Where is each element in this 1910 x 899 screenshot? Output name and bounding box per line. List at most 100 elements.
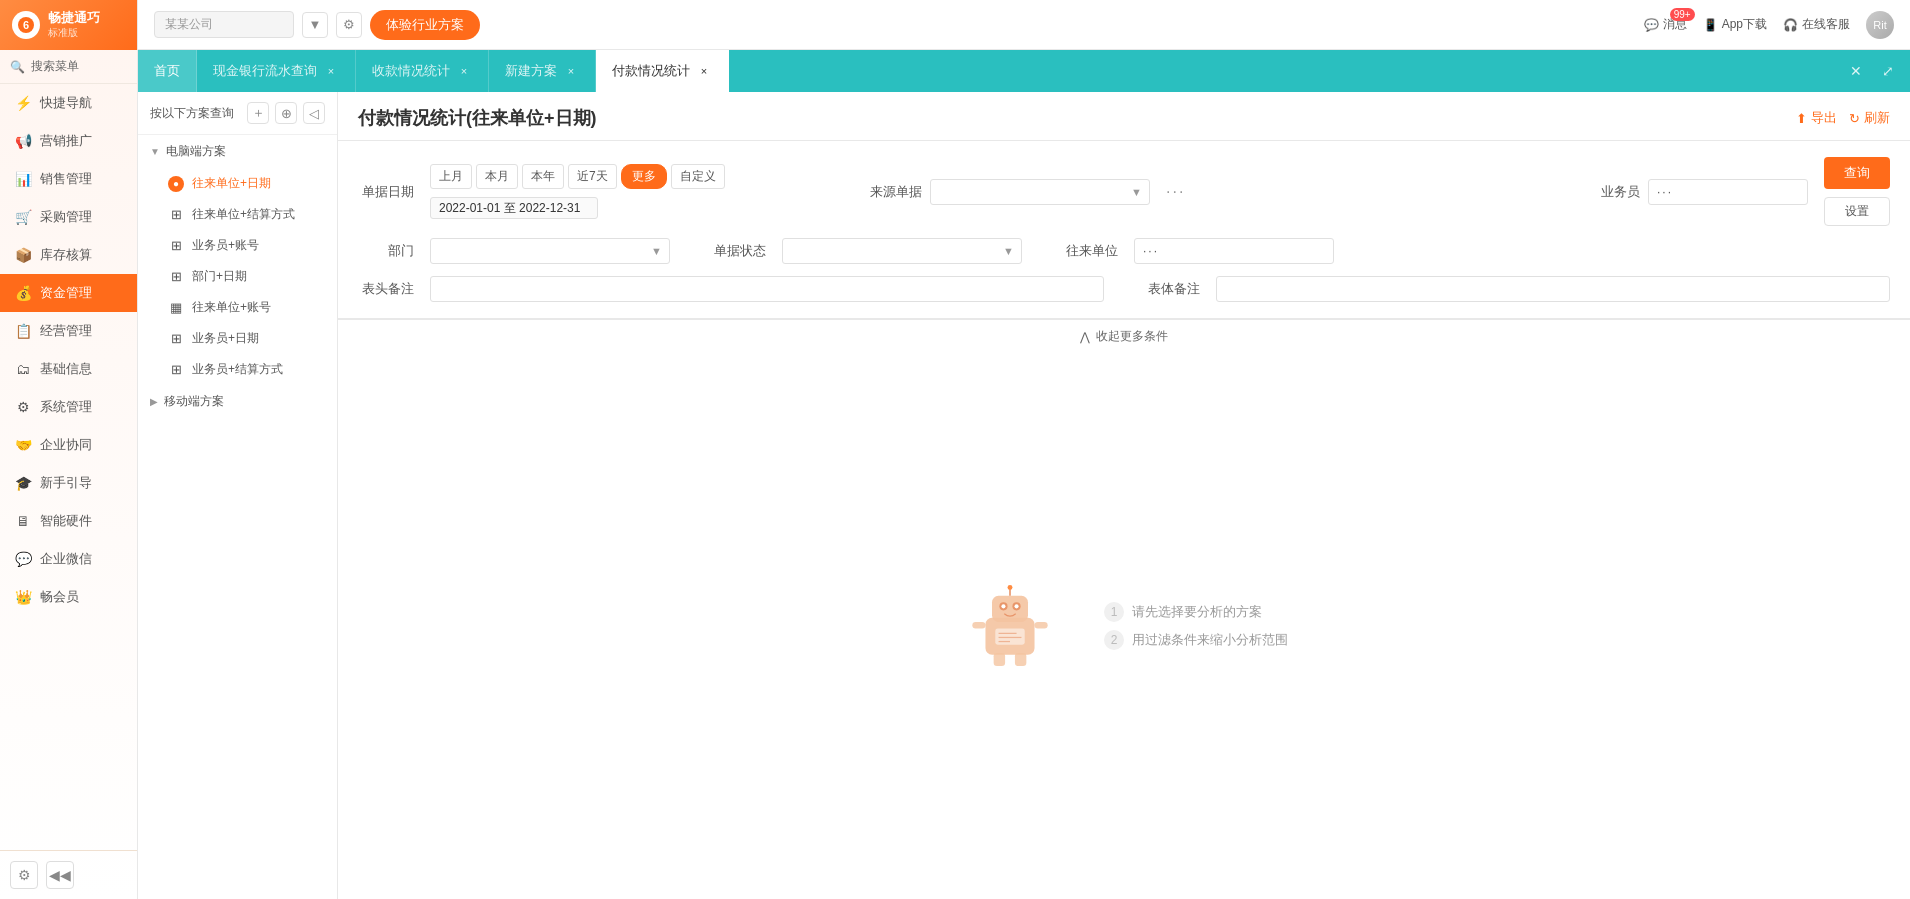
unit-more-btn[interactable]: ··· <box>1134 238 1334 264</box>
messages-item[interactable]: 💬 消息 99+ <box>1644 16 1687 33</box>
sidebar-item-marketing[interactable]: 📢 营销推广 <box>0 122 137 160</box>
settings-btn[interactable]: 设置 <box>1824 197 1890 226</box>
sidebar-item-system[interactable]: ⚙ 系统管理 <box>0 388 137 426</box>
empty-hint-2: 2 用过滤条件来缩小分析范围 <box>1104 630 1288 650</box>
sidebar-item-label: 快捷导航 <box>40 94 92 112</box>
company-dropdown-btn[interactable]: ▼ <box>302 12 328 38</box>
sidebar-item-capital[interactable]: 💰 资金管理 <box>0 274 137 312</box>
maximize-btn[interactable]: ⤢ <box>1876 59 1900 83</box>
sidebar-item-label: 资金管理 <box>40 284 92 302</box>
topbar: 某某公司 ▼ ⚙ 体验行业方案 💬 消息 99+ 📱 App下载 🎧 在线客服 … <box>138 0 1910 50</box>
sidebar-item-label: 采购管理 <box>40 208 92 226</box>
scheme-item-unit-date[interactable]: ● 往来单位+日期 <box>138 168 337 199</box>
this-year-btn[interactable]: 本年 <box>522 164 564 189</box>
app-download-item[interactable]: 📱 App下载 <box>1703 16 1767 33</box>
tab-income[interactable]: 收款情况统计 × <box>356 50 489 92</box>
table-icon: ⊞ <box>168 331 184 347</box>
user-avatar-item[interactable]: Rit <box>1866 11 1894 39</box>
sidebar-item-inventory[interactable]: 📦 库存核算 <box>0 236 137 274</box>
topbar-left: 某某公司 ▼ ⚙ 体验行业方案 <box>154 10 1632 40</box>
scheme-item-unit-account[interactable]: ▦ 往来单位+账号 <box>138 292 337 323</box>
search-icon: 🔍 <box>10 60 25 74</box>
doc-status-select-wrapper: ▼ <box>782 238 1022 264</box>
doc-date-label: 单据日期 <box>358 183 414 201</box>
sidebar-item-quick-nav[interactable]: ⚡ 快捷导航 <box>0 84 137 122</box>
tabbar: 首页 现金银行流水查询 × 收款情况统计 × 新建方案 × 付款情况统计 × ✕… <box>138 50 1910 92</box>
sidebar-item-enterprise[interactable]: 🤝 企业协同 <box>0 426 137 464</box>
dept-select[interactable] <box>430 238 670 264</box>
sidebar-item-operations[interactable]: 📋 经营管理 <box>0 312 137 350</box>
trial-btn[interactable]: 体验行业方案 <box>370 10 480 40</box>
scheme-item-staff-date[interactable]: ⊞ 业务员+日期 <box>138 323 337 354</box>
mobile-scheme-group-header[interactable]: ▶ 移动端方案 <box>138 385 337 418</box>
online-service-item[interactable]: 🎧 在线客服 <box>1783 16 1850 33</box>
tab-home[interactable]: 首页 <box>138 50 197 92</box>
sidebar-item-basics[interactable]: 🗂 基础信息 <box>0 350 137 388</box>
app-name: 畅捷通巧 <box>48 10 100 26</box>
tab-new-scheme[interactable]: 新建方案 × <box>489 50 596 92</box>
sidebar-item-sales[interactable]: 📊 销售管理 <box>0 160 137 198</box>
source-doc-more-btn[interactable]: ··· <box>1158 179 1193 205</box>
user-avatar: Rit <box>1866 11 1894 39</box>
sidebar-item-hardware[interactable]: 🖥 智能硬件 <box>0 502 137 540</box>
header-remark-input[interactable] <box>430 276 1104 302</box>
svg-point-6 <box>1001 604 1005 608</box>
collapse-sidebar-btn[interactable]: ◀◀ <box>46 861 74 889</box>
more-btn[interactable]: 更多 <box>621 164 667 189</box>
source-doc-label: 来源单据 <box>866 183 922 201</box>
message-icon: 💬 <box>1644 18 1659 32</box>
scheme-item-staff-account[interactable]: ⊞ 业务员+账号 <box>138 230 337 261</box>
table-icon: ⊞ <box>168 207 184 223</box>
doc-status-select[interactable] <box>782 238 1022 264</box>
home-tab-label: 首页 <box>154 62 180 80</box>
source-doc-select-wrapper: ▼ <box>930 179 1150 205</box>
empty-text-list: 1 请先选择要分析的方案 2 用过滤条件来缩小分析范围 <box>1104 602 1288 650</box>
custom-btn[interactable]: 自定义 <box>671 164 725 189</box>
pc-scheme-group: ▼ 电脑端方案 ● 往来单位+日期 ⊞ 往来单位+结算方式 ⊞ 业务员+账号 ⊞ <box>138 135 337 385</box>
sidebar-item-guide[interactable]: 🎓 新手引导 <box>0 464 137 502</box>
add-scheme-btn[interactable]: ＋ <box>247 102 269 124</box>
pc-scheme-group-header[interactable]: ▼ 电脑端方案 <box>138 135 337 168</box>
sidebar-item-member[interactable]: 👑 畅会员 <box>0 578 137 616</box>
quick-nav-icon: ⚡ <box>14 94 32 112</box>
close-all-tabs-btn[interactable]: ✕ <box>1844 59 1868 83</box>
dept-label: 部门 <box>358 242 414 260</box>
tab-bank[interactable]: 现金银行流水查询 × <box>197 50 356 92</box>
collapse-more-conditions-btn[interactable]: ⋀ 收起更多条件 <box>338 319 1910 353</box>
scheme-collapse-btn[interactable]: ◁ <box>303 102 325 124</box>
staff-select-btn[interactable]: ··· <box>1648 179 1808 205</box>
refresh-btn[interactable]: ↻ 刷新 <box>1849 109 1890 127</box>
staff-label: 业务员 <box>1584 183 1640 201</box>
close-income-tab[interactable]: × <box>456 63 472 79</box>
enterprise-icon: 🤝 <box>14 436 32 454</box>
export-btn[interactable]: ⬆ 导出 <box>1796 109 1837 127</box>
avatar-text: Rit <box>1873 19 1886 31</box>
body-remark-input[interactable] <box>1216 276 1890 302</box>
settings-footer-btn[interactable]: ⚙ <box>10 861 38 889</box>
query-row-3: 表头备注 表体备注 <box>358 276 1890 302</box>
scheme-settings-btn[interactable]: ⊕ <box>275 102 297 124</box>
close-bank-tab[interactable]: × <box>323 63 339 79</box>
scheme-item-dept-date[interactable]: ⊞ 部门+日期 <box>138 261 337 292</box>
source-doc-select[interactable] <box>930 179 1150 205</box>
search-menu-item[interactable]: 🔍 搜索菜单 <box>0 50 137 84</box>
sidebar-item-purchase[interactable]: 🛒 采购管理 <box>0 198 137 236</box>
settings-btn[interactable]: ⚙ <box>336 12 362 38</box>
close-new-scheme-tab[interactable]: × <box>563 63 579 79</box>
service-icon: 🎧 <box>1783 18 1798 32</box>
last-7days-btn[interactable]: 近7天 <box>568 164 617 189</box>
tab-payment[interactable]: 付款情况统计 × <box>596 50 729 92</box>
close-payment-tab[interactable]: × <box>696 63 712 79</box>
last-month-btn[interactable]: 上月 <box>430 164 472 189</box>
sidebar-item-weixin[interactable]: 💬 企业微信 <box>0 540 137 578</box>
this-month-btn[interactable]: 本月 <box>476 164 518 189</box>
scheme-item-unit-settlement[interactable]: ⊞ 往来单位+结算方式 <box>138 199 337 230</box>
date-range-input[interactable] <box>430 197 598 219</box>
svg-rect-3 <box>992 596 1028 622</box>
app-logo-icon: 6 <box>12 11 40 39</box>
query-btn[interactable]: 查询 <box>1824 157 1890 189</box>
scheme-item-staff-settlement[interactable]: ⊞ 业务员+结算方式 <box>138 354 337 385</box>
pc-scheme-group-label: 电脑端方案 <box>166 143 226 160</box>
system-icon: ⚙ <box>14 398 32 416</box>
empty-hint-1: 1 请先选择要分析的方案 <box>1104 602 1288 622</box>
